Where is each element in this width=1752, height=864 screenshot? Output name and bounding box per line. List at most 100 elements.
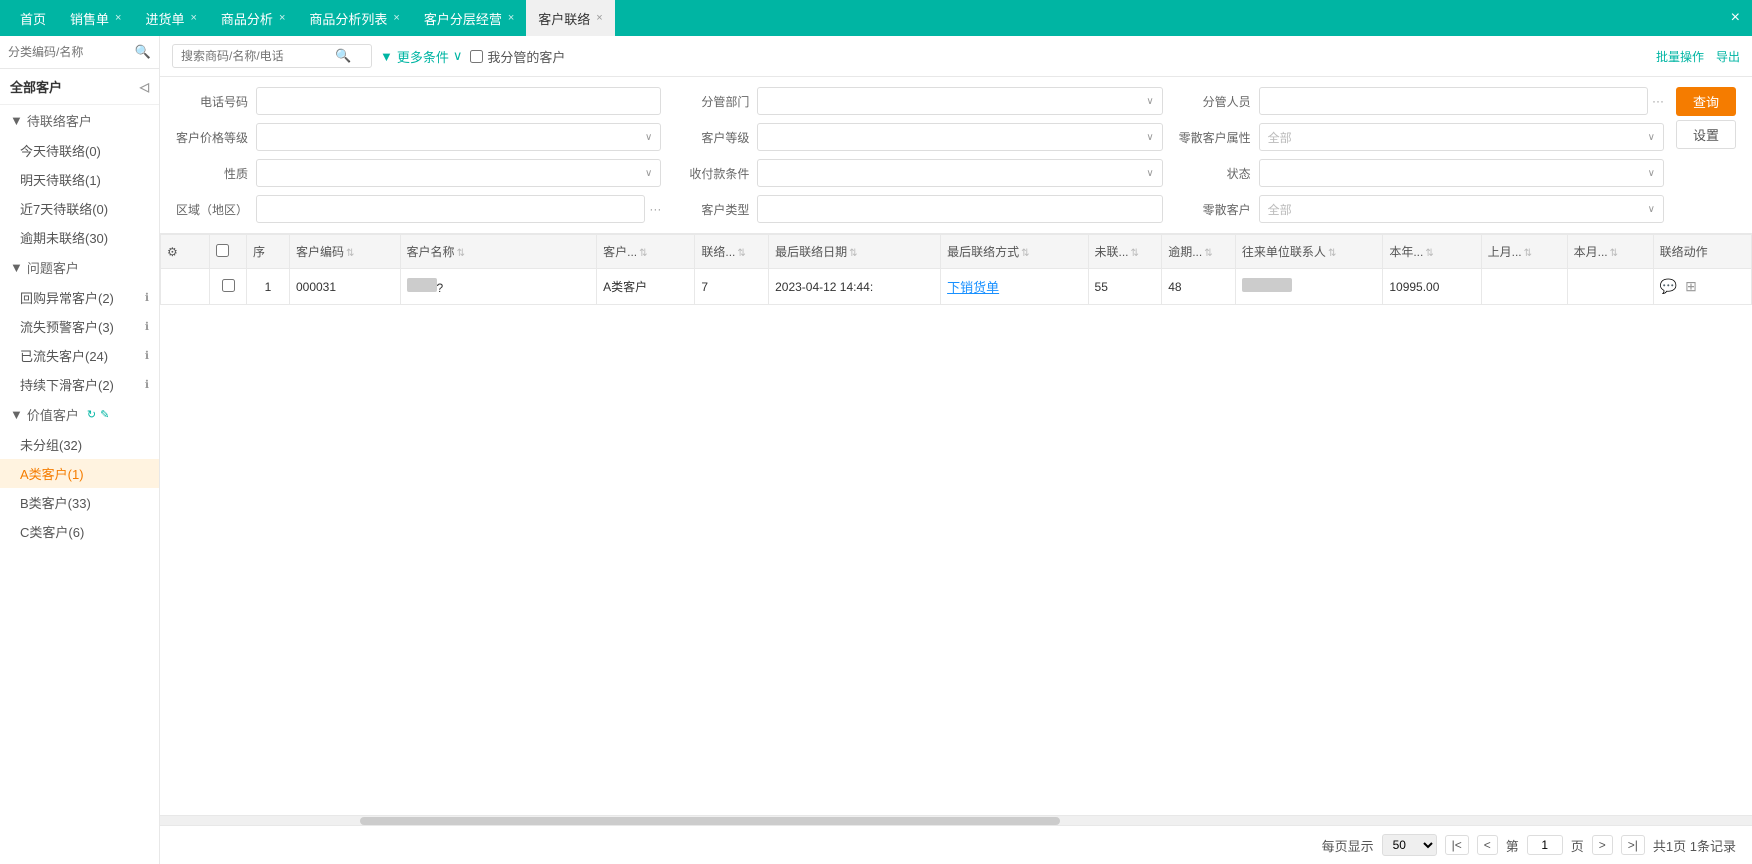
retail-customer-select[interactable]: 全部 ∨ — [1259, 195, 1664, 223]
sort-icon-contact: ⇅ — [737, 248, 745, 259]
row-checkbox[interactable] — [222, 279, 235, 292]
col-overdue[interactable]: 逾期...⇅ — [1162, 235, 1236, 269]
select-all-checkbox[interactable] — [216, 244, 229, 257]
filter-retail-customer: 零散客户 全部 ∨ — [1179, 195, 1664, 223]
edit-icon[interactable]: ✎ — [100, 408, 109, 421]
sidebar-item-class-c[interactable]: C类客户(6) — [0, 517, 159, 546]
region-input[interactable] — [256, 195, 645, 223]
search-icon[interactable]: 🔍 — [335, 48, 351, 64]
nav-customer-tier[interactable]: 客户分层经营 × — [412, 0, 526, 36]
close-customer-tier-tab[interactable]: × — [508, 12, 514, 24]
nav-purchase[interactable]: 进货单 × — [133, 0, 208, 36]
search-input[interactable] — [181, 49, 331, 63]
my-customers-checkbox[interactable]: 我分管的客户 — [470, 47, 565, 66]
last-method-link[interactable]: 下销货单 — [947, 280, 999, 295]
settings-button[interactable]: 设置 — [1676, 120, 1736, 149]
sidebar-section-problem[interactable]: ▼ 问题客户 — [0, 252, 159, 283]
cell-no-contact: 55 — [1088, 269, 1162, 305]
sidebar-section-pending[interactable]: ▼ 待联络客户 — [0, 105, 159, 136]
info-icon-3: ℹ — [145, 349, 149, 362]
col-last-date[interactable]: 最后联络日期⇅ — [769, 235, 941, 269]
retail-attr-select[interactable]: 全部 ∨ — [1259, 123, 1664, 151]
last-page-button[interactable]: >| — [1621, 835, 1645, 855]
filter-nature: 性质 ∨ — [176, 159, 661, 187]
sidebar-item-repurchase-abnormal[interactable]: 回购异常客户(2) ℹ — [0, 283, 159, 312]
sidebar: 🔍 全部客户 ◁ ▼ 待联络客户 今天待联络(0) 明天待联络(1) 近7天待联… — [0, 36, 160, 864]
query-button[interactable]: 查询 — [1676, 87, 1736, 116]
col-name[interactable]: 客户名称⇅ — [400, 235, 597, 269]
close-purchase-tab[interactable]: × — [190, 12, 196, 24]
sidebar-item-class-a[interactable]: A类客户(1) — [0, 459, 159, 488]
phone-input[interactable] — [256, 87, 661, 115]
export-button[interactable]: 导出 — [1716, 48, 1740, 65]
scrollbar-thumb[interactable] — [360, 817, 1060, 825]
first-page-button[interactable]: |< — [1445, 835, 1469, 855]
table-header-row: ⚙ 序 客户编码⇅ 客户名称⇅ 客户...⇅ 联络...⇅ 最后联络日期⇅ 最后… — [161, 235, 1752, 269]
refresh-icon[interactable]: ↻ — [87, 408, 96, 421]
col-type[interactable]: 客户...⇅ — [597, 235, 695, 269]
page-number-input[interactable] — [1527, 835, 1563, 855]
nav-customer-contact[interactable]: 客户联络 × — [526, 0, 614, 36]
col-no-contact[interactable]: 未联...⇅ — [1088, 235, 1162, 269]
my-customers-check[interactable] — [470, 50, 483, 63]
col-last-method[interactable]: 最后联络方式⇅ — [941, 235, 1088, 269]
col-this-month[interactable]: 本月...⇅ — [1567, 235, 1653, 269]
sidebar-item-declining[interactable]: 持续下滑客户(2) ℹ — [0, 370, 159, 399]
col-contact-person[interactable]: 往来单位联系人⇅ — [1235, 235, 1382, 269]
prev-page-button[interactable]: < — [1477, 835, 1498, 855]
col-contact[interactable]: 联络...⇅ — [695, 235, 769, 269]
grid-icon[interactable]: ⊞ — [1685, 278, 1697, 295]
chat-icon[interactable]: 💬 — [1660, 278, 1677, 295]
region-dots-icon[interactable]: ··· — [649, 202, 661, 216]
dept-select[interactable]: ∨ — [757, 87, 1162, 115]
close-customer-contact-tab[interactable]: × — [596, 12, 602, 24]
sidebar-item-class-b[interactable]: B类客户(33) — [0, 488, 159, 517]
status-select[interactable]: ∨ — [1259, 159, 1664, 187]
horizontal-scrollbar[interactable] — [160, 815, 1752, 825]
sidebar-item-today[interactable]: 今天待联络(0) — [0, 136, 159, 165]
cell-this-year: 10995.00 — [1383, 269, 1481, 305]
page-size-select[interactable]: 50 100 200 — [1382, 834, 1437, 856]
nav-product-analysis[interactable]: 商品分析 × — [209, 0, 297, 36]
customer-level-select[interactable]: ∨ — [757, 123, 1162, 151]
nav-sales[interactable]: 销售单 × — [58, 0, 133, 36]
col-last-month[interactable]: 上月...⇅ — [1481, 235, 1567, 269]
col-settings[interactable]: ⚙ — [161, 235, 210, 269]
close-all-tabs[interactable]: × — [1731, 9, 1740, 27]
nature-select[interactable]: ∨ — [256, 159, 661, 187]
sidebar-item-tomorrow[interactable]: 明天待联络(1) — [0, 165, 159, 194]
cell-contact-person — [1235, 269, 1382, 305]
sidebar-search-input[interactable] — [8, 45, 131, 59]
customer-type-input[interactable] — [757, 195, 1162, 223]
sidebar-item-overdue[interactable]: 逾期未联络(30) — [0, 223, 159, 252]
nav-product-analysis-list[interactable]: 商品分析列表 × — [297, 0, 411, 36]
close-product-analysis-list-tab[interactable]: × — [393, 12, 399, 24]
sidebar-item-lost[interactable]: 已流失客户(24) ℹ — [0, 341, 159, 370]
col-this-year[interactable]: 本年...⇅ — [1383, 235, 1481, 269]
sidebar-item-unclassified[interactable]: 未分组(32) — [0, 430, 159, 459]
sidebar-item-7days[interactable]: 近7天待联络(0) — [0, 194, 159, 223]
sidebar-all-customers-header[interactable]: 全部客户 ◁ — [0, 69, 159, 105]
cell-checkbox[interactable] — [210, 269, 247, 305]
nav-home[interactable]: 首页 — [8, 0, 58, 36]
sidebar-search-icon[interactable]: 🔍 — [135, 44, 151, 60]
manager-input[interactable] — [1259, 87, 1648, 115]
cell-last-method: 下销货单 — [941, 269, 1088, 305]
more-filters-button[interactable]: ▼ 更多条件 ∨ — [380, 47, 462, 66]
sidebar-item-lost-warning[interactable]: 流失预警客户(3) ℹ — [0, 312, 159, 341]
payment-chevron-icon: ∨ — [1146, 168, 1153, 179]
price-level-select[interactable]: ∨ — [256, 123, 661, 151]
next-page-button[interactable]: > — [1592, 835, 1613, 855]
batch-op-button[interactable]: 批量操作 — [1656, 48, 1704, 65]
sidebar-collapse-icon[interactable]: ◁ — [140, 80, 149, 94]
payment-select[interactable]: ∨ — [757, 159, 1162, 187]
close-sales-tab[interactable]: × — [115, 12, 121, 24]
search-box: 🔍 — [172, 44, 372, 68]
col-code[interactable]: 客户编码⇅ — [289, 235, 400, 269]
manager-dots-icon[interactable]: ··· — [1652, 94, 1664, 108]
close-product-analysis-tab[interactable]: × — [279, 12, 285, 24]
filter-payment: 收付款条件 ∨ — [677, 159, 1162, 187]
sidebar-section-value[interactable]: ▼ 价值客户 ↻ ✎ — [0, 399, 159, 430]
price-level-chevron-icon: ∨ — [645, 132, 652, 143]
col-checkbox[interactable] — [210, 235, 247, 269]
